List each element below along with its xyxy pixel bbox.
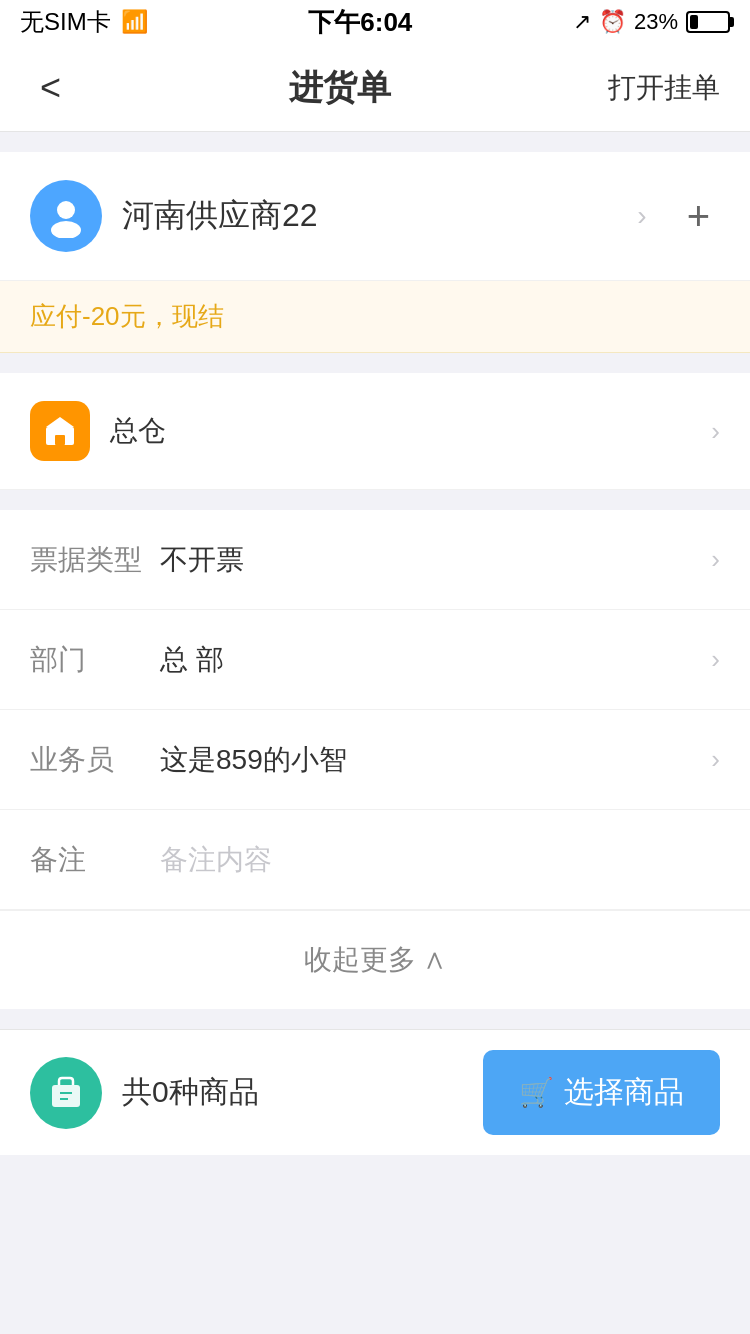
product-icon xyxy=(46,1073,86,1113)
salesperson-label: 业务员 xyxy=(30,741,150,779)
status-bar: 无SIM卡 📶 下午6:04 ↗ ⏰ 23% xyxy=(0,0,750,44)
back-button[interactable]: < xyxy=(30,57,71,119)
invoice-type-label: 票据类型 xyxy=(30,541,150,579)
salesperson-row[interactable]: 业务员 这是859的小智 › xyxy=(0,710,750,810)
select-product-button[interactable]: 🛒 选择商品 xyxy=(483,1050,720,1135)
remark-input[interactable]: 备注内容 xyxy=(150,841,720,879)
warehouse-name: 总仓 xyxy=(110,412,711,450)
person-icon xyxy=(44,194,88,238)
remark-row[interactable]: 备注 备注内容 xyxy=(0,810,750,910)
page-title: 进货单 xyxy=(289,65,391,111)
battery-percent: 23% xyxy=(634,9,678,35)
status-right: ↗ ⏰ 23% xyxy=(573,9,730,35)
location-icon: ↗ xyxy=(573,9,591,35)
svg-rect-5 xyxy=(52,1085,80,1107)
status-left: 无SIM卡 📶 xyxy=(20,6,148,38)
invoice-type-row[interactable]: 票据类型 不开票 › xyxy=(0,510,750,610)
collapse-button[interactable]: 收起更多 ∧ xyxy=(0,910,750,1009)
salesperson-chevron-icon: › xyxy=(711,744,720,775)
warehouse-icon xyxy=(42,413,78,449)
battery-fill xyxy=(690,15,698,29)
divider-2 xyxy=(0,353,750,373)
nav-bar: < 进货单 打开挂单 xyxy=(0,44,750,132)
alert-text: 应付-20元，现结 xyxy=(30,301,224,331)
svg-point-0 xyxy=(57,201,75,219)
battery-icon xyxy=(686,11,730,33)
supplier-chevron-icon: › xyxy=(637,200,646,232)
department-value: 总 部 xyxy=(150,641,711,679)
invoice-type-value: 不开票 xyxy=(150,541,711,579)
add-supplier-button[interactable]: + xyxy=(677,194,720,239)
status-time: 下午6:04 xyxy=(308,5,412,40)
warehouse-row[interactable]: 总仓 › xyxy=(0,373,750,490)
collapse-label: 收起更多 ∧ xyxy=(304,941,447,979)
select-product-label: 选择商品 xyxy=(564,1072,684,1113)
salesperson-value: 这是859的小智 xyxy=(150,741,711,779)
alarm-icon: ⏰ xyxy=(599,9,626,35)
divider-1 xyxy=(0,132,750,152)
fields-section: 票据类型 不开票 › 部门 总 部 › 业务员 这是859的小智 › 备注 备注… xyxy=(0,510,750,1009)
open-pending-button[interactable]: 打开挂单 xyxy=(608,69,720,107)
svg-point-1 xyxy=(51,221,81,238)
alert-banner: 应付-20元，现结 xyxy=(0,281,750,353)
remark-label: 备注 xyxy=(30,841,150,879)
department-row[interactable]: 部门 总 部 › xyxy=(0,610,750,710)
warehouse-chevron-icon: › xyxy=(711,416,720,447)
cart-icon: 🛒 xyxy=(519,1076,554,1109)
bottom-bar: 共0种商品 🛒 选择商品 xyxy=(0,1029,750,1155)
svg-rect-4 xyxy=(55,435,65,445)
supplier-avatar xyxy=(30,180,102,252)
department-label: 部门 xyxy=(30,641,150,679)
supplier-name: 河南供应商22 xyxy=(122,194,637,238)
product-icon-wrap xyxy=(30,1057,102,1129)
svg-marker-3 xyxy=(46,417,74,427)
product-count: 共0种商品 xyxy=(122,1072,483,1113)
divider-3 xyxy=(0,490,750,510)
invoice-type-chevron-icon: › xyxy=(711,544,720,575)
supplier-section: 河南供应商22 › + 应付-20元，现结 xyxy=(0,152,750,353)
page-background xyxy=(0,1155,750,1334)
wifi-icon: 📶 xyxy=(121,9,148,35)
carrier-text: 无SIM卡 xyxy=(20,6,111,38)
department-chevron-icon: › xyxy=(711,644,720,675)
warehouse-icon-wrap xyxy=(30,401,90,461)
supplier-row[interactable]: 河南供应商22 › + xyxy=(0,152,750,281)
divider-4 xyxy=(0,1009,750,1029)
